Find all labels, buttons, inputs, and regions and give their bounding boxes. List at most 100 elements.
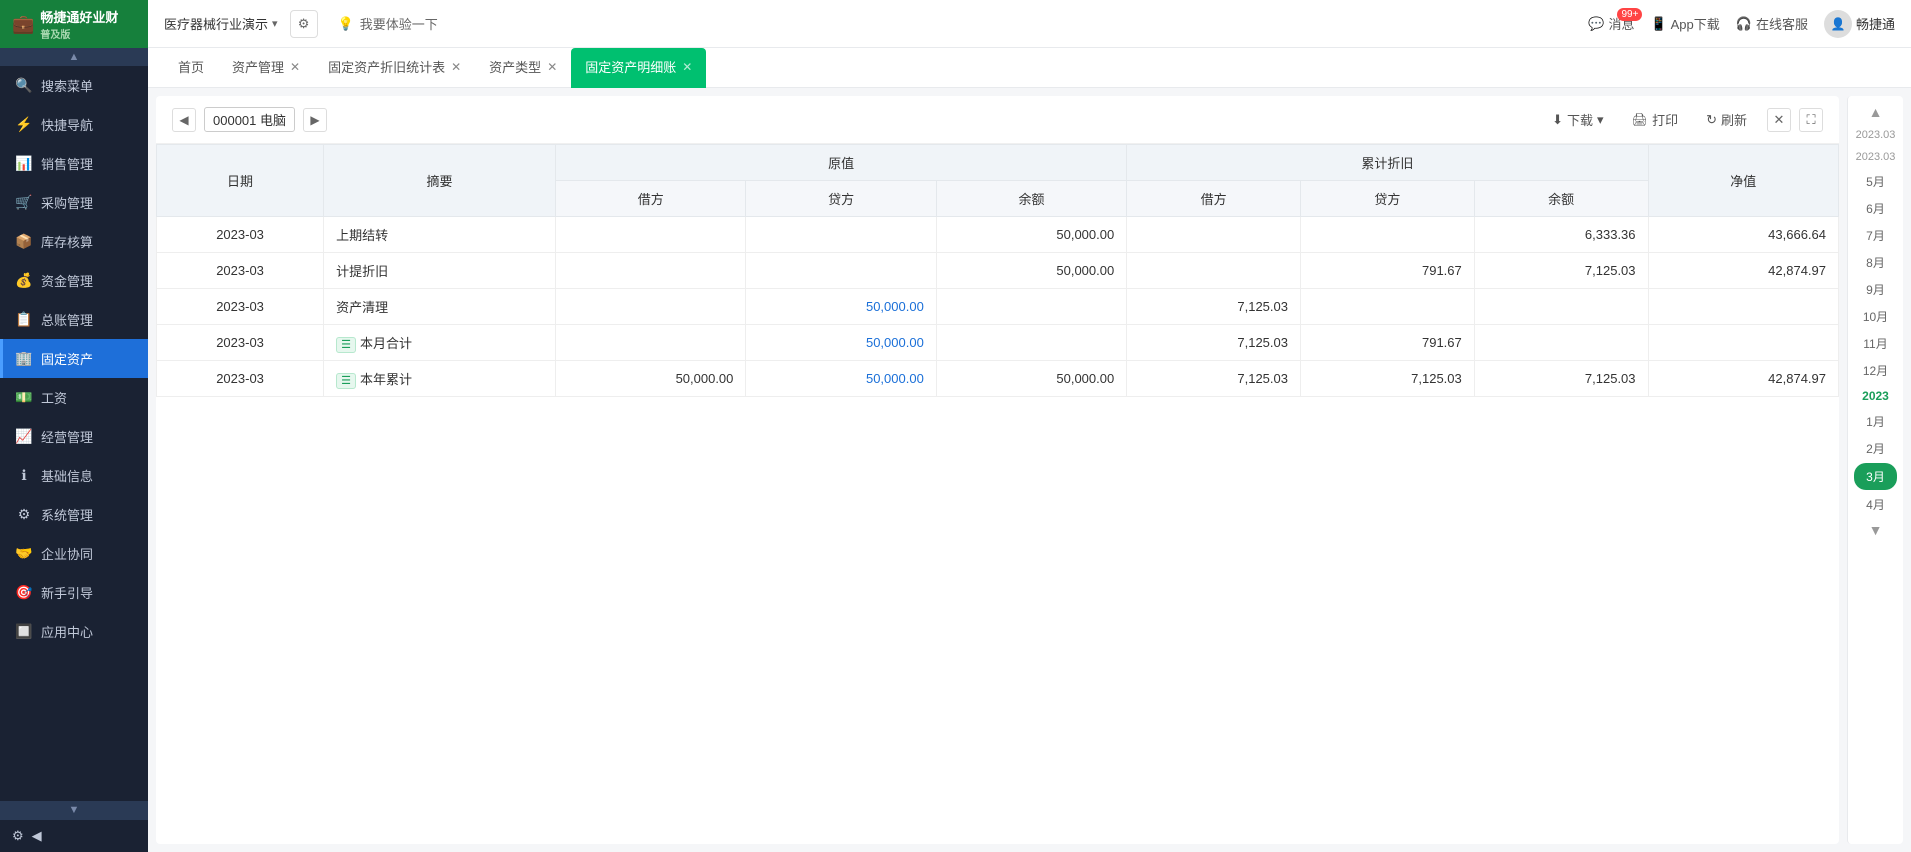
sidebar-item-ledger[interactable]: 📋 总账管理 (0, 300, 148, 339)
timeline-year-2023[interactable]: 2023 (1848, 384, 1903, 408)
sidebar-item-guide[interactable]: 🎯 新手引导 (0, 573, 148, 612)
sidebar-item-inventory[interactable]: 📦 库存核算 (0, 222, 148, 261)
company-settings-button[interactable]: ⚙ (290, 10, 318, 38)
sidebar-item-fixed-assets[interactable]: 🏢 固定资产 (0, 339, 148, 378)
sidebar-item-operations[interactable]: 📈 经营管理 (0, 417, 148, 456)
refresh-button[interactable]: ↻ 刷新 (1698, 106, 1755, 133)
tab-home[interactable]: 首页 (164, 48, 218, 88)
timeline-month-7[interactable]: 7月 (1848, 222, 1903, 249)
sidebar-scroll-down[interactable]: ▼ (0, 801, 148, 819)
prev-asset-button[interactable]: ◀ (172, 108, 196, 132)
sidebar-item-quick-nav[interactable]: ⚡ 快捷导航 (0, 105, 148, 144)
experience-button[interactable]: 💡 我要体验一下 (330, 10, 446, 37)
cell-dep-credit: 791.67 (1300, 253, 1474, 289)
close-panel-button[interactable]: ✕ (1767, 108, 1791, 132)
cell-dep-balance: 7,125.03 (1474, 361, 1648, 397)
cell-dep-debit (1127, 253, 1301, 289)
notification-button[interactable]: 💬 消息 99+ (1588, 14, 1634, 33)
cell-summary: ☰本年累计 (324, 361, 556, 397)
table-row: 2023-03 计提折旧 50,000.00 791.67 7,125.03 4… (157, 253, 1839, 289)
panel-controls: ✕ ⛶ (1767, 108, 1823, 132)
cell-orig-balance: 50,000.00 (936, 253, 1126, 289)
cell-summary: 计提折旧 (324, 253, 556, 289)
company-selector[interactable]: 医疗器械行业演示 ▾ (164, 14, 278, 33)
timeline-month-12[interactable]: 12月 (1848, 357, 1903, 384)
tab-close-icon[interactable]: ✕ (451, 60, 461, 74)
timeline-month-3-active[interactable]: 3月 (1854, 463, 1897, 490)
sidebar-item-label: 经营管理 (41, 427, 93, 446)
asset-code: 000001 (213, 113, 256, 128)
cell-date: 2023-03 (157, 289, 324, 325)
timeline-month-11[interactable]: 11月 (1848, 330, 1903, 357)
download-button[interactable]: ⬇ 下载 ▾ (1544, 106, 1611, 133)
timeline-month-1[interactable]: 1月 (1848, 408, 1903, 435)
timeline-down-arrow[interactable]: ▼ (1865, 518, 1887, 542)
col-orig-debit: 借方 (556, 181, 746, 217)
sidebar-item-finance[interactable]: 💰 资金管理 (0, 261, 148, 300)
col-orig-credit: 贷方 (746, 181, 936, 217)
tab-close-icon[interactable]: ✕ (547, 60, 557, 74)
sidebar-item-app-center[interactable]: 🔲 应用中心 (0, 612, 148, 651)
tab-close-icon[interactable]: ✕ (682, 60, 692, 74)
timeline-month-10[interactable]: 10月 (1848, 303, 1903, 330)
gear-icon: ⚙ (15, 506, 33, 523)
next-asset-button[interactable]: ▶ (303, 108, 327, 132)
chart-icon: 📊 (15, 155, 33, 172)
cell-summary: 资产清理 (324, 289, 556, 325)
cell-orig-credit (746, 217, 936, 253)
sidebar-item-sales[interactable]: 📊 销售管理 (0, 144, 148, 183)
col-date: 日期 (157, 145, 324, 217)
download-icon: ⬇ (1552, 112, 1563, 128)
sidebar-nav: 🔍 搜索菜单 ⚡ 快捷导航 📊 销售管理 🛒 采购管理 📦 库存核算 💰 资金管… (0, 66, 148, 801)
timeline-panel: ▲ 2023.03 2023.03 5月 6月 7月 8月 9月 10月 11月… (1847, 96, 1903, 844)
info-icon: ℹ (15, 467, 33, 484)
app-download-button[interactable]: 📱 App下载 (1650, 14, 1719, 33)
sidebar-item-payroll[interactable]: 💵 工资 (0, 378, 148, 417)
timeline-month-4[interactable]: 4月 (1848, 491, 1903, 518)
tab-asset-management[interactable]: 资产管理 ✕ (218, 48, 314, 88)
username: 畅捷通 (1856, 14, 1895, 33)
user-menu[interactable]: 👤 畅捷通 (1824, 10, 1895, 38)
table-row: 2023-03 ☰本月合计 50,000.00 7,125.03 791.67 (157, 325, 1839, 361)
tab-close-icon[interactable]: ✕ (290, 60, 300, 74)
cell-orig-credit[interactable]: 50,000.00 (746, 325, 936, 361)
customer-service-button[interactable]: 🎧 在线客服 (1736, 14, 1808, 33)
col-dep-credit: 贷方 (1300, 181, 1474, 217)
sidebar-item-basic-info[interactable]: ℹ 基础信息 (0, 456, 148, 495)
col-summary: 摘要 (324, 145, 556, 217)
timeline-up-arrow[interactable]: ▲ (1865, 100, 1887, 124)
refresh-icon: ↻ (1706, 112, 1717, 128)
tab-asset-type[interactable]: 资产类型 ✕ (475, 48, 571, 88)
timeline-item-header1[interactable]: 2023.03 (1848, 124, 1903, 146)
timeline-month-9[interactable]: 9月 (1848, 276, 1903, 303)
cell-orig-debit: 50,000.00 (556, 361, 746, 397)
sidebar-item-label: 销售管理 (41, 154, 93, 173)
refresh-label: 刷新 (1721, 110, 1747, 129)
timeline-item-header2[interactable]: 2023.03 (1848, 146, 1903, 168)
timeline-month-6[interactable]: 6月 (1848, 195, 1903, 222)
table-body: 2023-03 上期结转 50,000.00 6,333.36 43,666.6… (157, 217, 1839, 397)
sidebar-item-collaboration[interactable]: 🤝 企业协同 (0, 534, 148, 573)
table-row: 2023-03 ☰本年累计 50,000.00 50,000.00 50,000… (157, 361, 1839, 397)
timeline-month-8[interactable]: 8月 (1848, 249, 1903, 276)
settings-icon: ⚙ (12, 828, 24, 844)
expand-panel-button[interactable]: ⛶ (1799, 108, 1823, 132)
payroll-icon: 💵 (15, 389, 33, 406)
print-button[interactable]: 🖨 打印 (1624, 106, 1687, 133)
cell-orig-credit[interactable]: 50,000.00 (746, 289, 936, 325)
sidebar-item-purchase[interactable]: 🛒 采购管理 (0, 183, 148, 222)
sidebar-item-system[interactable]: ⚙ 系统管理 (0, 495, 148, 534)
cell-date: 2023-03 (157, 253, 324, 289)
sidebar-bottom-settings[interactable]: ⚙ ◀ (0, 819, 148, 852)
col-original-value: 原值 (556, 145, 1127, 181)
cell-orig-credit[interactable]: 50,000.00 (746, 361, 936, 397)
timeline-month-5[interactable]: 5月 (1848, 168, 1903, 195)
timeline-month-2[interactable]: 2月 (1848, 435, 1903, 462)
sidebar-item-search[interactable]: 🔍 搜索菜单 (0, 66, 148, 105)
tab-depreciation-stats[interactable]: 固定资产折旧统计表 ✕ (314, 48, 475, 88)
sidebar-scroll-up[interactable]: ▲ (0, 48, 148, 66)
app-logo: 💼 畅捷通好业财 普及版 (0, 0, 148, 48)
col-depreciation: 累计折旧 (1127, 145, 1648, 181)
cell-net-value (1648, 325, 1838, 361)
tab-fixed-asset-detail[interactable]: 固定资产明细账 ✕ (571, 48, 706, 88)
